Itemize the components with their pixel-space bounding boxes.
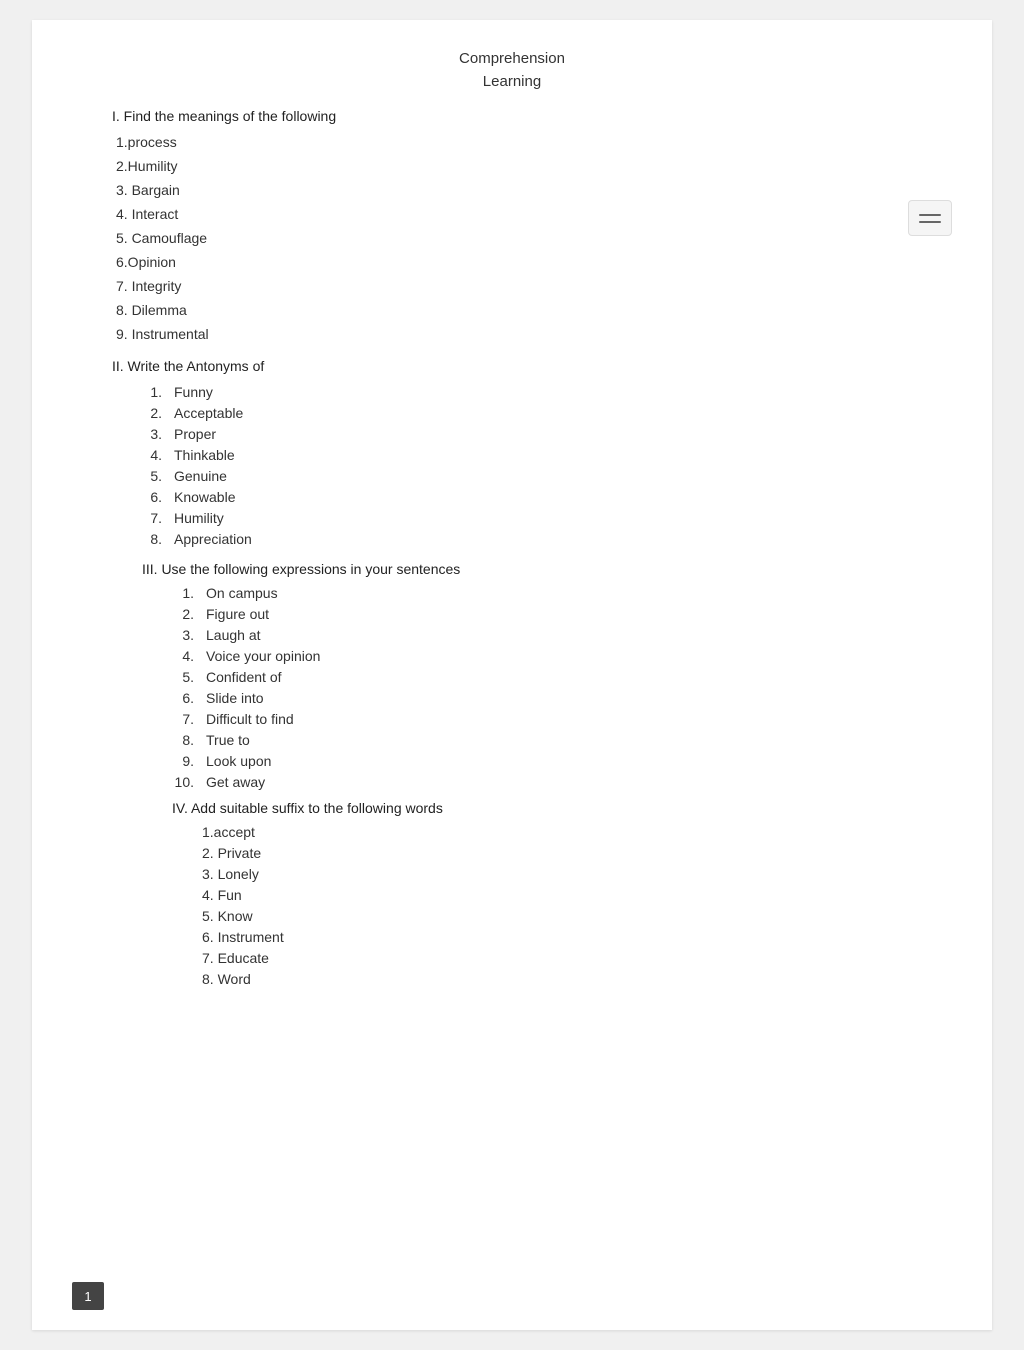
list-item: 7. Integrity: [112, 278, 912, 294]
section3-list: 1.On campus 2.Figure out 3.Laugh at 4.Vo…: [142, 585, 912, 790]
learning-title: Learning: [112, 73, 912, 90]
list-item: 8.Appreciation: [142, 531, 912, 547]
section2-header: II. Write the Antonyms of: [112, 358, 912, 374]
section4-list: 1.accept 2. Private 3. Lonely 4. Fun 5. …: [172, 824, 912, 987]
list-item: 7. Educate: [202, 950, 912, 966]
list-item: 1.accept: [202, 824, 912, 840]
list-item: 4. Interact: [112, 206, 912, 222]
section-3: III. Use the following expressions in yo…: [112, 561, 912, 987]
list-item: 2.Humility: [112, 158, 912, 174]
list-item: 6.Opinion: [112, 254, 912, 270]
section-4: IV. Add suitable suffix to the following…: [142, 800, 912, 987]
menu-line-1: [919, 214, 941, 216]
list-item: 9. Instrumental: [112, 326, 912, 342]
list-item: 8. Word: [202, 971, 912, 987]
list-item: 4.Voice your opinion: [172, 648, 912, 664]
page-container: Comprehension Learning I. Find the meani…: [32, 20, 992, 1330]
list-item: 2.Acceptable: [142, 405, 912, 421]
list-item: 7.Difficult to find: [172, 711, 912, 727]
list-item: 1.Funny: [142, 384, 912, 400]
list-item: 5. Know: [202, 908, 912, 924]
list-item: 5.Confident of: [172, 669, 912, 685]
list-item: 10.Get away: [172, 774, 912, 790]
list-item: 3.Proper: [142, 426, 912, 442]
section3-header: III. Use the following expressions in yo…: [142, 561, 912, 577]
section1-list: 1.process 2.Humility 3. Bargain 4. Inter…: [112, 134, 912, 342]
list-item: 3. Bargain: [112, 182, 912, 198]
list-item: 8. Dilemma: [112, 302, 912, 318]
list-item: 7.Humility: [142, 510, 912, 526]
list-item: 5. Camouflage: [112, 230, 912, 246]
section2-list: 1.Funny 2.Acceptable 3.Proper 4.Thinkabl…: [112, 384, 912, 547]
list-item: 5.Genuine: [142, 468, 912, 484]
list-item: 1.process: [112, 134, 912, 150]
list-item: 6.Knowable: [142, 489, 912, 505]
list-item: 6. Instrument: [202, 929, 912, 945]
comprehension-title: Comprehension: [112, 50, 912, 67]
list-item: 4.Thinkable: [142, 447, 912, 463]
list-item: 8.True to: [172, 732, 912, 748]
section-2: II. Write the Antonyms of 1.Funny 2.Acce…: [112, 358, 912, 987]
list-item: 1.On campus: [172, 585, 912, 601]
list-item: 2.Figure out: [172, 606, 912, 622]
list-item: 2. Private: [202, 845, 912, 861]
list-item: 4. Fun: [202, 887, 912, 903]
section-1: I. Find the meanings of the following 1.…: [112, 108, 912, 342]
list-item: 6.Slide into: [172, 690, 912, 706]
list-item: 9.Look upon: [172, 753, 912, 769]
menu-icon[interactable]: [908, 200, 952, 236]
menu-line-2: [919, 221, 941, 223]
section1-header: I. Find the meanings of the following: [112, 108, 912, 124]
list-item: 3.Laugh at: [172, 627, 912, 643]
section4-header: IV. Add suitable suffix to the following…: [172, 800, 912, 816]
page-number: 1: [72, 1282, 104, 1310]
list-item: 3. Lonely: [202, 866, 912, 882]
